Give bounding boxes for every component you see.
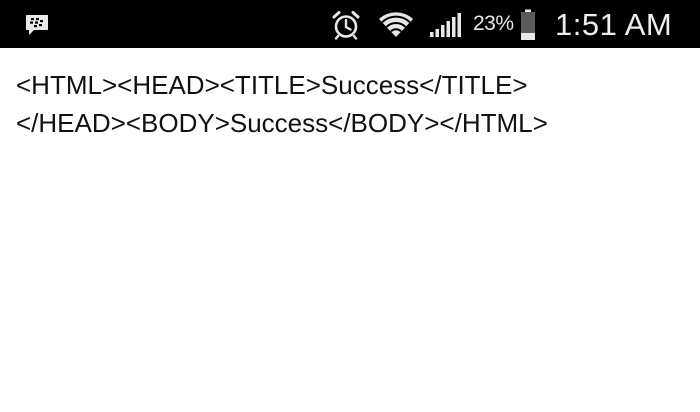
battery-icon (521, 9, 535, 40)
wifi-icon (379, 12, 413, 37)
html-source-line-2: </HEAD><BODY>Success</BODY></HTML> (16, 108, 548, 138)
battery-percentage: 23% (473, 12, 514, 35)
html-source-line-1: <HTML><HEAD><TITLE>Success</TITLE> (16, 70, 528, 100)
cell-signal-icon (430, 13, 461, 37)
status-clock: 1:51 AM (555, 7, 673, 42)
alarm-clock-icon (332, 11, 360, 40)
bbm-chat-icon (26, 15, 48, 35)
status-bar: 23% 1:51 AM (0, 0, 700, 48)
page-content: <HTML><HEAD><TITLE>Success</TITLE> </HEA… (16, 66, 676, 142)
